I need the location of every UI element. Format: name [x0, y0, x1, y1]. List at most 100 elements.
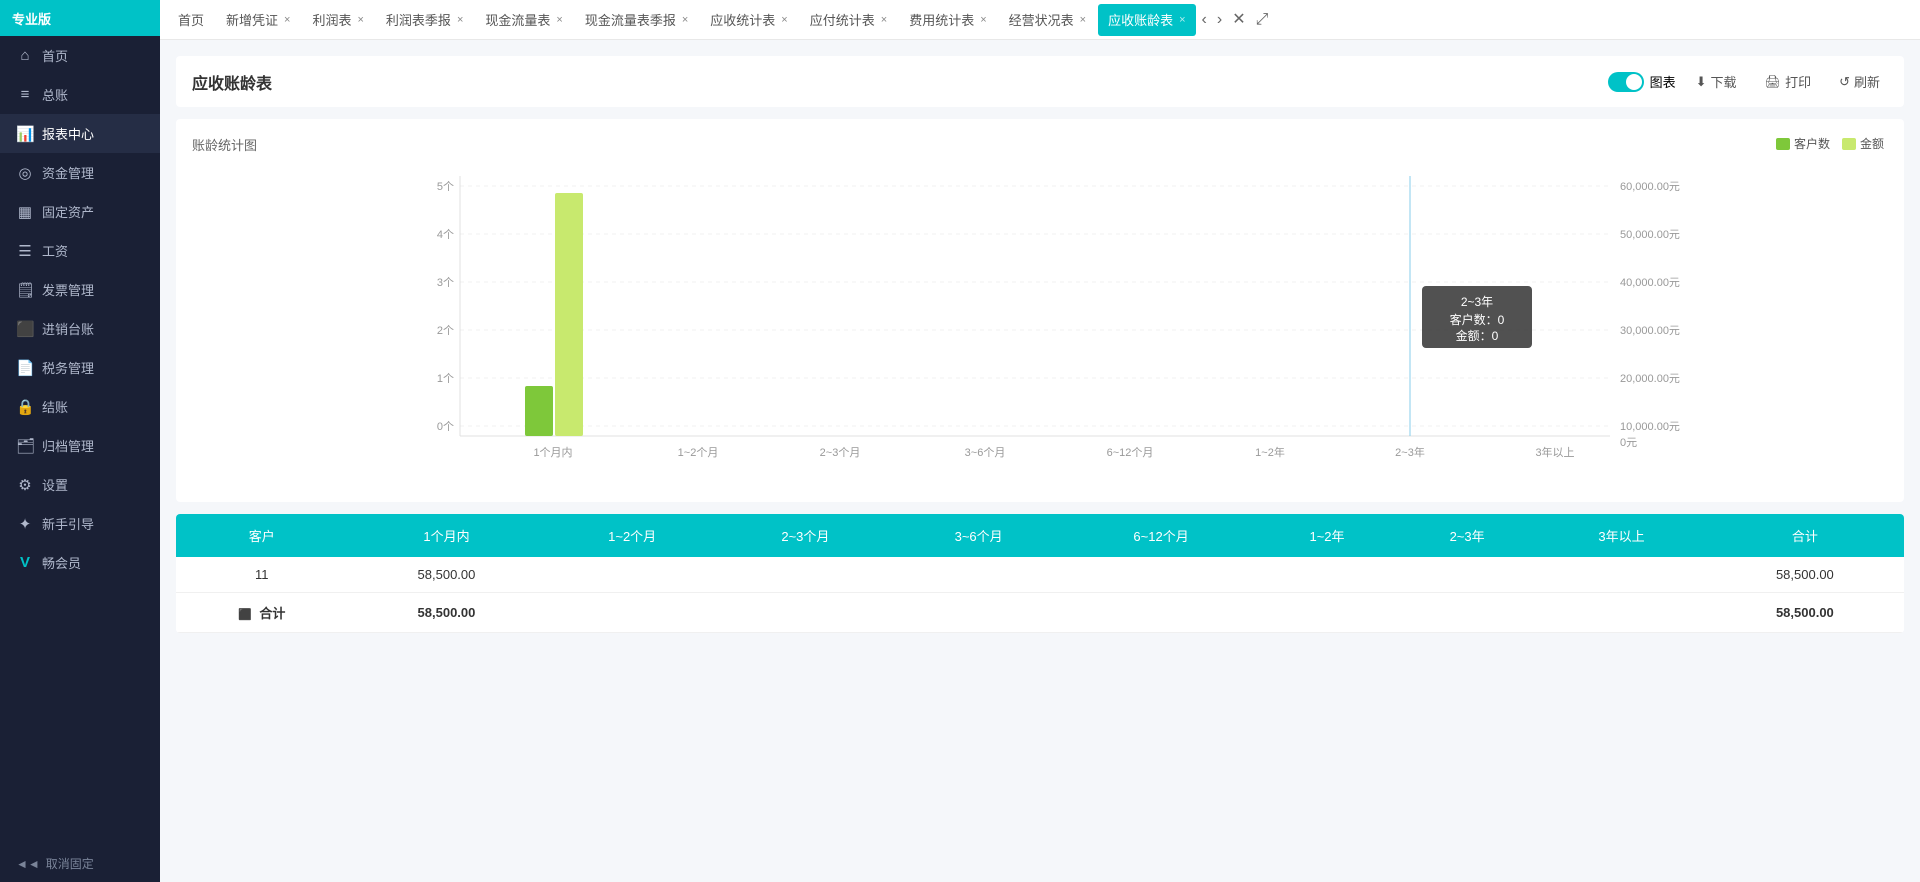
tab-cashflow-quarter[interactable]: 现金流量表季报 × [575, 4, 698, 36]
sidebar-item-inventory[interactable]: ⬛ 进销台账 [0, 309, 160, 348]
sidebar-item-invoice[interactable]: 🗒 发票管理 [0, 270, 160, 309]
sidebar-item-tax[interactable]: 📄 税务管理 [0, 348, 160, 387]
home-icon: ⌂ [16, 47, 34, 64]
data-table: 客户 1个月内 1~2个月 2~3个月 3~6个月 6~12个月 1~2年 2~… [176, 514, 1904, 633]
refresh-label: 刷新 [1854, 72, 1880, 91]
download-button[interactable]: ⬇ 下载 [1688, 68, 1745, 95]
col-header-m612: 6~12个月 [1065, 514, 1257, 557]
tab-nav-prev[interactable]: ‹ [1198, 10, 1211, 30]
tab-ar-stats-close[interactable]: × [781, 14, 787, 26]
sidebar-item-close[interactable]: 🔒 结账 [0, 387, 160, 426]
tab-home[interactable]: 首页 [168, 4, 214, 36]
svg-text:客户数：0: 客户数：0 [1450, 312, 1505, 327]
sidebar-label-close: 结账 [42, 397, 68, 416]
page-actions: 图表 ⬇ 下载 🖨 打印 ↺ 刷新 [1608, 68, 1888, 95]
cell-y12 [1257, 557, 1397, 593]
cell-customer: 11 [176, 557, 347, 593]
col-header-m12: 1~2个月 [546, 514, 719, 557]
sidebar-item-salary[interactable]: ☰ 工资 [0, 231, 160, 270]
col-header-m1: 1个月内 [347, 514, 545, 557]
col-header-customer: 客户 [176, 514, 347, 557]
archive-icon: 🗂 [16, 437, 34, 455]
cell-m23 [719, 557, 892, 593]
sidebar-item-guide[interactable]: ✦ 新手引导 [0, 504, 160, 543]
tab-ap-stats-close[interactable]: × [881, 14, 887, 26]
sidebar-item-home[interactable]: ⌂ 首页 [0, 36, 160, 75]
tab-ap-stats[interactable]: 应付统计表 × [800, 4, 897, 36]
tab-expense-stats-close[interactable]: × [980, 14, 986, 26]
tab-cashflow-close[interactable]: × [556, 14, 562, 26]
svg-text:50,000.00元: 50,000.00元 [1620, 229, 1680, 241]
bar-amount-1 [555, 193, 583, 436]
sidebar-label-home: 首页 [42, 46, 68, 65]
tab-business-status-close[interactable]: × [1080, 14, 1086, 26]
legend-amount-label: 金额 [1860, 135, 1884, 152]
svg-text:3~6个月: 3~6个月 [965, 446, 1006, 459]
total-y23 [1397, 593, 1537, 633]
sidebar-item-fund[interactable]: ◎ 资金管理 [0, 153, 160, 192]
sidebar-item-settings[interactable]: ⚙ 设置 [0, 465, 160, 504]
tab-cashflow[interactable]: 现金流量表 × [475, 4, 572, 36]
vip-icon: V [16, 554, 34, 571]
sidebar-item-vip[interactable]: V 畅会员 [0, 543, 160, 582]
total-m12 [546, 593, 719, 633]
cell-m36 [892, 557, 1065, 593]
tab-cashflow-label: 现金流量表 [485, 10, 550, 29]
legend-customer-count: 客户数 [1776, 135, 1830, 152]
sidebar: 专业版 ⌂ 首页 ≡ 总账 📊 报表中心 ◎ 资金管理 ▦ 固定资产 ☰ 工资 … [0, 0, 160, 882]
svg-text:2个: 2个 [437, 324, 454, 337]
sidebar-item-ledger[interactable]: ≡ 总账 [0, 75, 160, 114]
tab-nav-next[interactable]: › [1213, 10, 1226, 30]
tab-voucher-close[interactable]: × [284, 14, 290, 26]
sidebar-item-assets[interactable]: ▦ 固定资产 [0, 192, 160, 231]
tab-ar-stats[interactable]: 应收统计表 × [700, 4, 797, 36]
refresh-button[interactable]: ↺ 刷新 [1831, 68, 1888, 95]
tab-expense-stats[interactable]: 费用统计表 × [899, 4, 996, 36]
tab-maximize[interactable]: ⤢ [1252, 10, 1273, 30]
tab-profit[interactable]: 利润表 × [302, 4, 373, 36]
sidebar-logo: 专业版 [0, 0, 160, 36]
ledger-icon: ≡ [16, 86, 34, 103]
page-title: 应收账龄表 [192, 70, 272, 94]
svg-text:1~2个月: 1~2个月 [678, 446, 719, 459]
sidebar-label-inventory: 进销台账 [42, 319, 94, 338]
chart-title: 账龄统计图 [192, 135, 1888, 154]
tab-voucher[interactable]: 新增凭证 × [216, 4, 300, 36]
total-m23 [719, 593, 892, 633]
tab-close-all[interactable]: ✕ [1228, 10, 1249, 30]
tab-cashflow-quarter-close[interactable]: × [682, 14, 688, 26]
sidebar-label-ledger: 总账 [42, 85, 68, 104]
cell-m12 [546, 557, 719, 593]
download-label: 下载 [1711, 72, 1737, 91]
svg-text:2~3年: 2~3年 [1395, 445, 1425, 459]
print-label: 打印 [1785, 72, 1811, 91]
sidebar-label-invoice: 发票管理 [42, 280, 94, 299]
cell-total: 58,500.00 [1706, 557, 1904, 593]
total-y12 [1257, 593, 1397, 633]
svg-text:6~12个月: 6~12个月 [1107, 446, 1154, 459]
svg-text:10,000.00元: 10,000.00元 [1620, 421, 1680, 433]
tab-ar-aging-close[interactable]: × [1179, 14, 1185, 26]
tab-business-status[interactable]: 经营状况表 × [999, 4, 1096, 36]
sidebar-label-salary: 工资 [42, 241, 68, 260]
unpin-label: 取消固定 [46, 855, 94, 872]
cell-m1: 58,500.00 [347, 557, 545, 593]
tax-icon: 📄 [16, 359, 34, 377]
inventory-icon: ⬛ [16, 320, 34, 338]
svg-text:3个: 3个 [437, 276, 454, 289]
chart-toggle[interactable] [1608, 72, 1644, 92]
svg-text:1个: 1个 [437, 372, 454, 385]
svg-text:40,000.00元: 40,000.00元 [1620, 277, 1680, 289]
sidebar-unpin[interactable]: ◄◄ 取消固定 [0, 845, 160, 882]
tab-profit-quarter[interactable]: 利润表季报 × [376, 4, 473, 36]
tab-profit-close[interactable]: × [357, 14, 363, 26]
sidebar-label-tax: 税务管理 [42, 358, 94, 377]
sidebar-item-report[interactable]: 📊 报表中心 [0, 114, 160, 153]
total-row: ⬛ 合计 58,500.00 58,500.00 [176, 593, 1904, 633]
print-button[interactable]: 🖨 打印 [1757, 68, 1820, 95]
tab-profit-quarter-close[interactable]: × [457, 14, 463, 26]
tab-ar-aging[interactable]: 应收账龄表 × [1098, 4, 1195, 36]
sidebar-item-archive[interactable]: 🗂 归档管理 [0, 426, 160, 465]
table-header-row: 客户 1个月内 1~2个月 2~3个月 3~6个月 6~12个月 1~2年 2~… [176, 514, 1904, 557]
col-header-y3plus: 3年以上 [1537, 514, 1706, 557]
